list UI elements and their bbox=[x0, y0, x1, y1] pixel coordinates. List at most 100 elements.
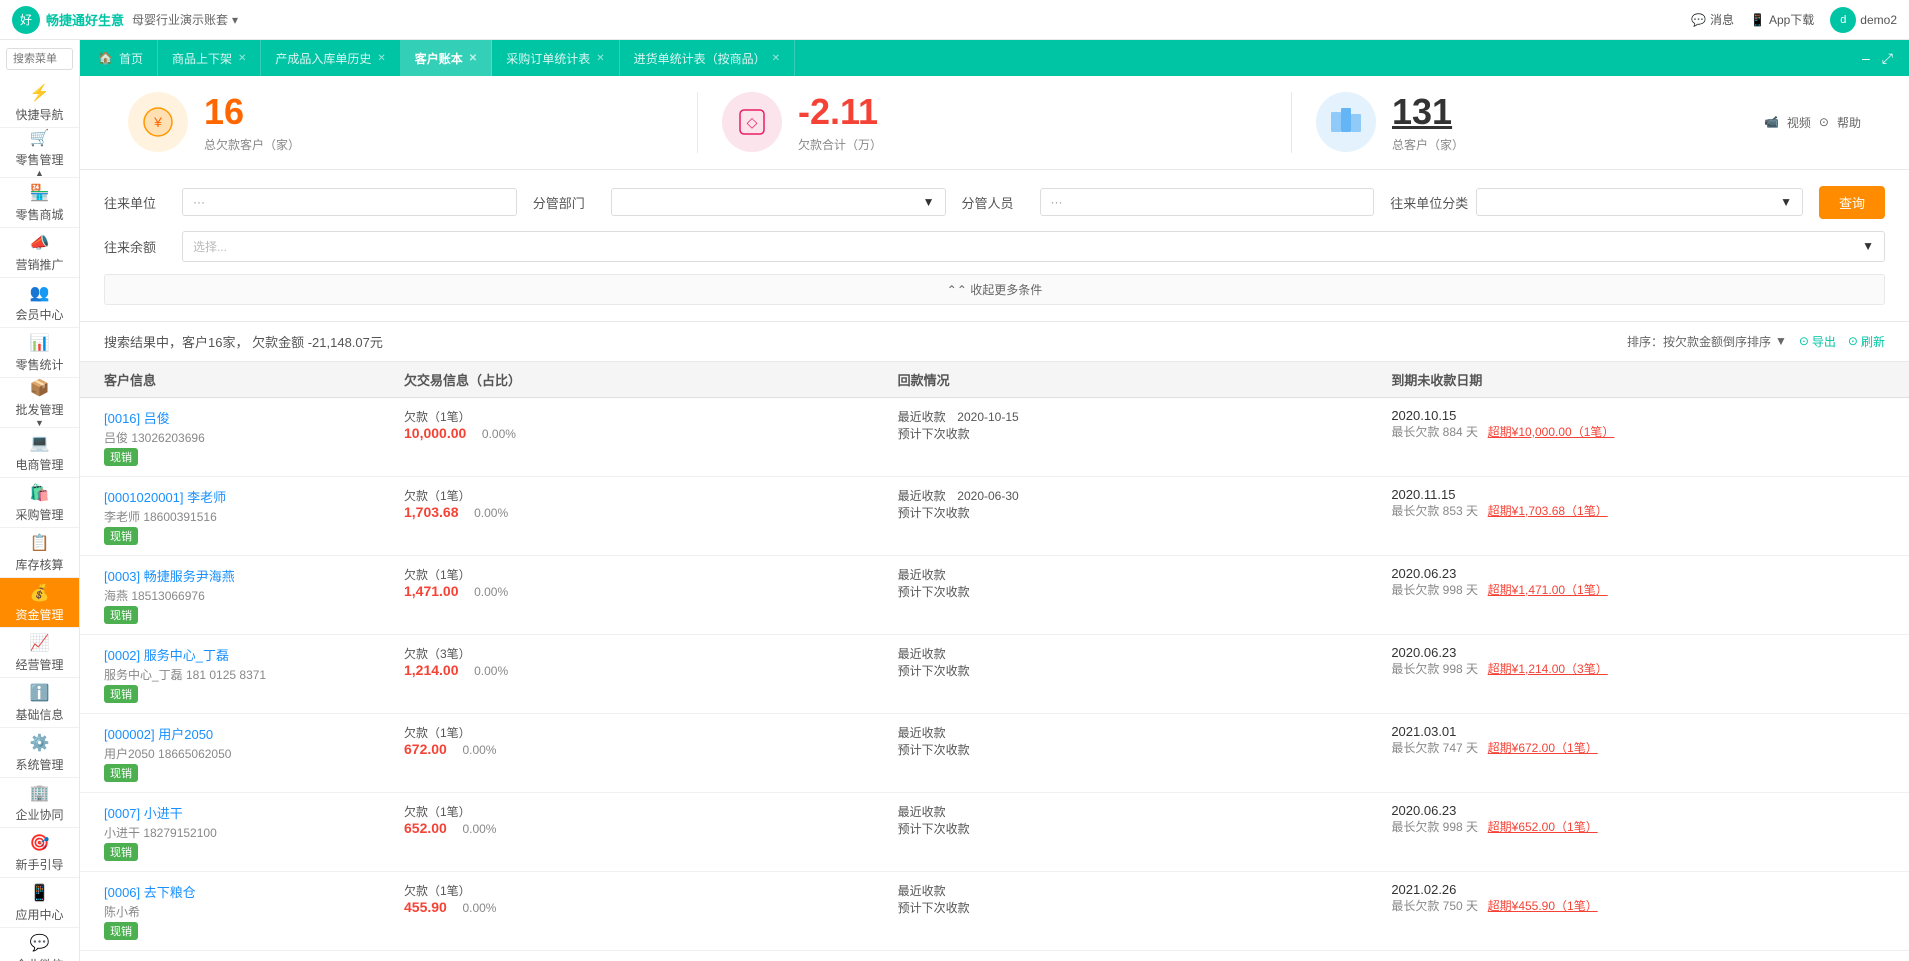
tab-maximize-btn[interactable]: ⤢ bbox=[1878, 50, 1897, 67]
refresh-button[interactable]: ⊙ 刷新 bbox=[1848, 333, 1885, 350]
sidebar-item-quick-nav[interactable]: ⚡ 快捷导航 bbox=[0, 78, 79, 128]
customer-code-1[interactable]: [0001020001] bbox=[104, 490, 184, 505]
close-icon[interactable]: ✕ bbox=[596, 53, 604, 64]
stat-number-3: 131 bbox=[1392, 92, 1464, 132]
customer-code-0[interactable]: [0016] bbox=[104, 411, 140, 426]
sidebar-label-enterprise: 企业协同 bbox=[15, 806, 63, 823]
search-input[interactable] bbox=[6, 48, 73, 70]
user-area[interactable]: d demo2 bbox=[1830, 7, 1897, 33]
sidebar-item-retail-mall[interactable]: 🏪 零售商城 bbox=[0, 178, 79, 228]
overdue-link-4[interactable]: 超期¥672.00（1笔） bbox=[1488, 741, 1598, 755]
tab-product-history[interactable]: 产成品入库单历史 ✕ bbox=[261, 40, 400, 76]
sidebar-item-finance[interactable]: 💰 资金管理 bbox=[0, 578, 79, 628]
sidebar-item-biz[interactable]: 📈 经营管理 bbox=[0, 628, 79, 678]
customer-code-3[interactable]: [0002] bbox=[104, 648, 140, 663]
sidebar-item-newbie[interactable]: 🎯 新手引导 bbox=[0, 828, 79, 878]
help-label[interactable]: 帮助 bbox=[1837, 114, 1861, 131]
overdue-link-1[interactable]: 超期¥1,703.68（1笔） bbox=[1488, 504, 1608, 518]
due-date-4: 2021.03.01 bbox=[1391, 724, 1885, 739]
source-unit-input[interactable]: ··· bbox=[182, 188, 517, 216]
purchase-icon: 🛍️ bbox=[30, 483, 50, 503]
sidebar-label-quick-nav: 快捷导航 bbox=[15, 106, 63, 123]
tab-home[interactable]: 🏠 首页 bbox=[84, 40, 158, 76]
balance-label: 往来余额 bbox=[104, 237, 174, 256]
debt-percent-2: 0.00% bbox=[474, 585, 508, 599]
customer-code-6[interactable]: [0006] bbox=[104, 885, 140, 900]
customer-name-4[interactable]: 用户2050 bbox=[158, 727, 213, 742]
balance-select[interactable]: 选择... ▼ bbox=[182, 231, 1885, 262]
sidebar-item-retail-mgmt[interactable]: 🛒 零售管理 ▲ bbox=[0, 128, 79, 178]
sidebar-item-member[interactable]: 👥 会员中心 bbox=[0, 278, 79, 328]
customer-code-5[interactable]: [0007] bbox=[104, 806, 140, 821]
message-btn[interactable]: 💬 消息 bbox=[1691, 11, 1734, 28]
tab-customer-account-label: 客户账本 bbox=[415, 50, 463, 67]
debt-amount-3: 1,214.00 bbox=[404, 662, 459, 678]
filter-unit-classify: 往来单位分类 ▼ bbox=[1390, 188, 1803, 216]
close-icon[interactable]: ✕ bbox=[469, 53, 477, 64]
manager-input[interactable]: ··· bbox=[1040, 188, 1375, 216]
overdue-link-3[interactable]: 超期¥1,214.00（3笔） bbox=[1488, 662, 1608, 676]
stat-card-right: 📹 视频 ⊙ 帮助 bbox=[1764, 114, 1861, 131]
view-label[interactable]: 视频 bbox=[1787, 114, 1811, 131]
close-icon[interactable]: ✕ bbox=[772, 53, 780, 64]
sidebar-item-wechat[interactable]: 💬 企业微信 bbox=[0, 928, 79, 961]
marketing-icon: 📣 bbox=[30, 233, 50, 253]
customer-name-2[interactable]: 畅捷服务尹海燕 bbox=[144, 569, 235, 584]
payment-cell-2: 最近收款 预计下次收款 bbox=[898, 566, 1392, 600]
results-actions: 排序：按欠款金额倒序排序 ▼ ⊙ 导出 ⊙ 刷新 bbox=[1627, 333, 1885, 350]
sidebar-item-marketing[interactable]: 📣 营销推广 bbox=[0, 228, 79, 278]
stat-label-3: 总客户（家） bbox=[1392, 136, 1464, 153]
customer-tag-5: 现销 bbox=[104, 843, 138, 861]
sort-button[interactable]: 排序：按欠款金额倒序排序 ▼ bbox=[1627, 333, 1787, 350]
sidebar-item-ecom[interactable]: 💻 电商管理 bbox=[0, 428, 79, 478]
last-payment-4: 最近收款 bbox=[898, 724, 1392, 741]
debt-amount-5: 652.00 bbox=[404, 820, 447, 836]
app-download-btn[interactable]: 📱 App下载 bbox=[1750, 11, 1814, 28]
collapse-bar[interactable]: ⌃⌃ 收起更多条件 bbox=[104, 274, 1885, 305]
sidebar-item-stock[interactable]: 📋 库存核算 bbox=[0, 528, 79, 578]
sidebar: ⚡ 快捷导航 🛒 零售管理 ▲ 🏪 零售商城 📣 营销推广 👥 会员中心 📊 零… bbox=[0, 40, 80, 961]
sidebar-item-purchase[interactable]: 🛍️ 采购管理 bbox=[0, 478, 79, 528]
export-button[interactable]: ⊙ 导出 bbox=[1799, 333, 1836, 350]
customer-name-0[interactable]: 吕俊 bbox=[144, 411, 170, 426]
customer-name-5[interactable]: 小进干 bbox=[144, 806, 183, 821]
tab-product-off[interactable]: 商品上下架 ✕ bbox=[158, 40, 261, 76]
sidebar-item-app-center[interactable]: 📱 应用中心 bbox=[0, 878, 79, 928]
customer-name-3[interactable]: 服务中心_丁磊 bbox=[144, 648, 229, 663]
sort-icon: ▼ bbox=[1775, 334, 1787, 348]
tab-customer-account[interactable]: 客户账本 ✕ bbox=[401, 40, 492, 76]
debt-amount-row-4: 672.00 0.00% bbox=[404, 741, 898, 757]
next-payment-0: 预计下次收款 bbox=[898, 425, 1392, 442]
sidebar-item-enterprise[interactable]: 🏢 企业协同 bbox=[0, 778, 79, 828]
sidebar-item-sys[interactable]: ⚙️ 系统管理 bbox=[0, 728, 79, 778]
debt-percent-1: 0.00% bbox=[474, 506, 508, 520]
sidebar-item-batch-mgmt[interactable]: 📦 批发管理 ▼ bbox=[0, 378, 79, 428]
customer-code-2[interactable]: [0003] bbox=[104, 569, 140, 584]
overdue-link-6[interactable]: 超期¥455.90（1笔） bbox=[1488, 899, 1598, 913]
close-icon[interactable]: ✕ bbox=[377, 53, 385, 64]
stat-icon-1: ¥ bbox=[128, 92, 188, 152]
customer-code-4[interactable]: [000002] bbox=[104, 727, 155, 742]
customer-tag-2: 现销 bbox=[104, 606, 138, 624]
sidebar-item-retail-stat[interactable]: 📊 零售统计 bbox=[0, 328, 79, 378]
sidebar-item-basic[interactable]: ℹ️ 基础信息 bbox=[0, 678, 79, 728]
tab-minimize-btn[interactable]: – bbox=[1858, 50, 1874, 67]
customer-name-1[interactable]: 李老师 bbox=[187, 490, 226, 505]
top-bar-left: 好 畅捷通好生意 母婴行业演示账套 ▾ bbox=[12, 6, 238, 34]
tab-purchase-order[interactable]: 采购订单统计表 ✕ bbox=[492, 40, 619, 76]
home-icon: 🏠 bbox=[98, 51, 113, 65]
overdue-link-2[interactable]: 超期¥1,471.00（1笔） bbox=[1488, 583, 1608, 597]
org-select[interactable]: 母婴行业演示账套 ▾ bbox=[132, 11, 238, 28]
dept-select[interactable]: ▼ bbox=[611, 188, 946, 216]
overdue-link-0[interactable]: 超期¥10,000.00（1笔） bbox=[1488, 425, 1615, 439]
customer-name-6[interactable]: 去下粮仓 bbox=[144, 885, 196, 900]
tab-purchase-stat[interactable]: 进货单统计表（按商品） ✕ bbox=[620, 40, 795, 76]
query-button[interactable]: 查询 bbox=[1819, 186, 1885, 219]
unit-classify-select[interactable]: ▼ bbox=[1476, 188, 1803, 216]
due-date-cell-5: 2020.06.23 最长欠款 998 天 超期¥652.00（1笔） bbox=[1391, 803, 1885, 835]
due-date-1: 2020.11.15 bbox=[1391, 487, 1885, 502]
export-icon: ⊙ bbox=[1799, 334, 1809, 348]
close-icon[interactable]: ✕ bbox=[238, 53, 246, 64]
overdue-link-5[interactable]: 超期¥652.00（1笔） bbox=[1488, 820, 1598, 834]
refresh-icon: ⊙ bbox=[1848, 334, 1858, 348]
